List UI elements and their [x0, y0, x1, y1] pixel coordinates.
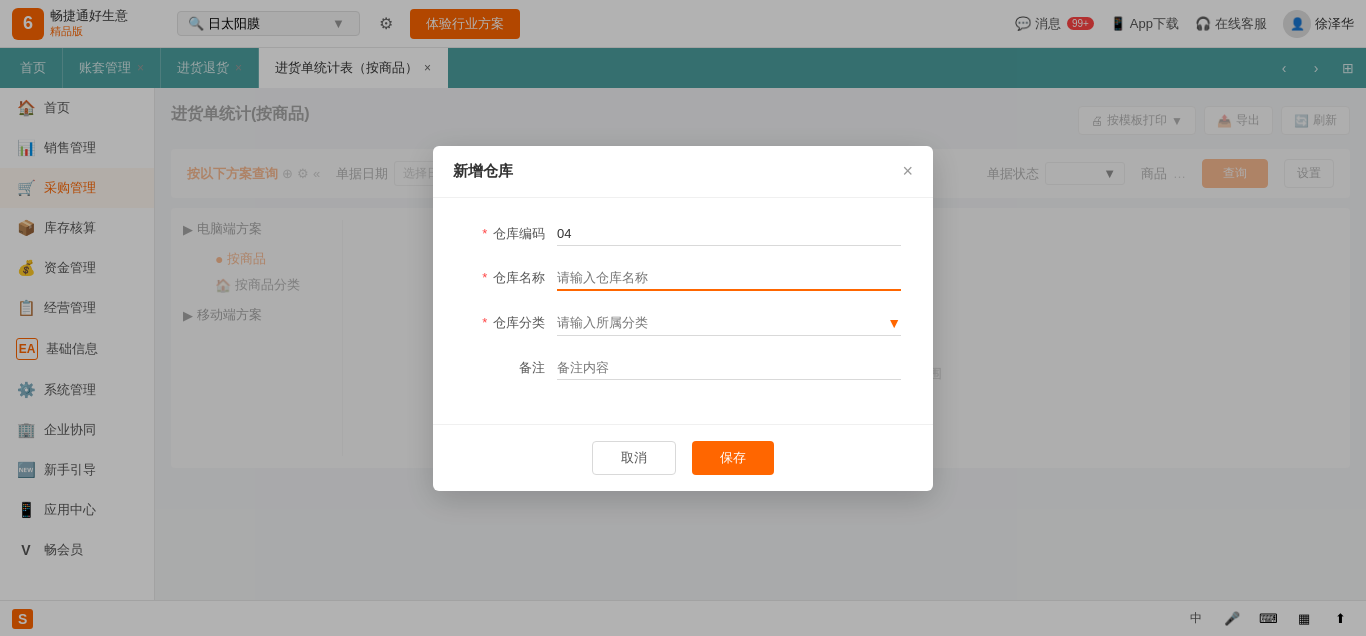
save-button[interactable]: 保存	[692, 441, 774, 475]
modal-close-btn[interactable]: ×	[902, 162, 913, 180]
name-input[interactable]	[557, 266, 901, 291]
form-row-code: * 仓库编码	[465, 222, 901, 246]
modal-body: * 仓库编码 * 仓库名称 * 仓库分类	[433, 198, 933, 424]
code-label: * 仓库编码	[465, 225, 545, 243]
form-row-category: * 仓库分类 ▼	[465, 311, 901, 336]
name-label: * 仓库名称	[465, 269, 545, 287]
modal-header: 新增仓库 ×	[433, 146, 933, 198]
remark-input[interactable]	[557, 356, 901, 380]
category-label-text: 仓库分类	[493, 315, 545, 330]
cancel-button[interactable]: 取消	[592, 441, 676, 475]
code-label-text: 仓库编码	[493, 226, 545, 241]
new-warehouse-modal: 新增仓库 × * 仓库编码 * 仓库名称	[433, 146, 933, 491]
remark-label: 备注	[465, 359, 545, 377]
category-label: * 仓库分类	[465, 314, 545, 332]
modal-title: 新增仓库	[453, 162, 513, 181]
modal-footer: 取消 保存	[433, 424, 933, 491]
category-select[interactable]: ▼	[557, 311, 901, 336]
name-label-text: 仓库名称	[493, 270, 545, 285]
category-dropdown-icon: ▼	[887, 315, 901, 331]
code-input[interactable]	[557, 222, 901, 246]
category-input[interactable]	[557, 315, 883, 330]
modal-overlay: 新增仓库 × * 仓库编码 * 仓库名称	[0, 0, 1366, 636]
remark-label-text: 备注	[519, 360, 545, 375]
form-row-name: * 仓库名称	[465, 266, 901, 291]
name-required-mark: *	[482, 270, 487, 285]
category-required-mark: *	[482, 315, 487, 330]
form-row-remark: 备注	[465, 356, 901, 380]
code-required-mark: *	[482, 226, 487, 241]
